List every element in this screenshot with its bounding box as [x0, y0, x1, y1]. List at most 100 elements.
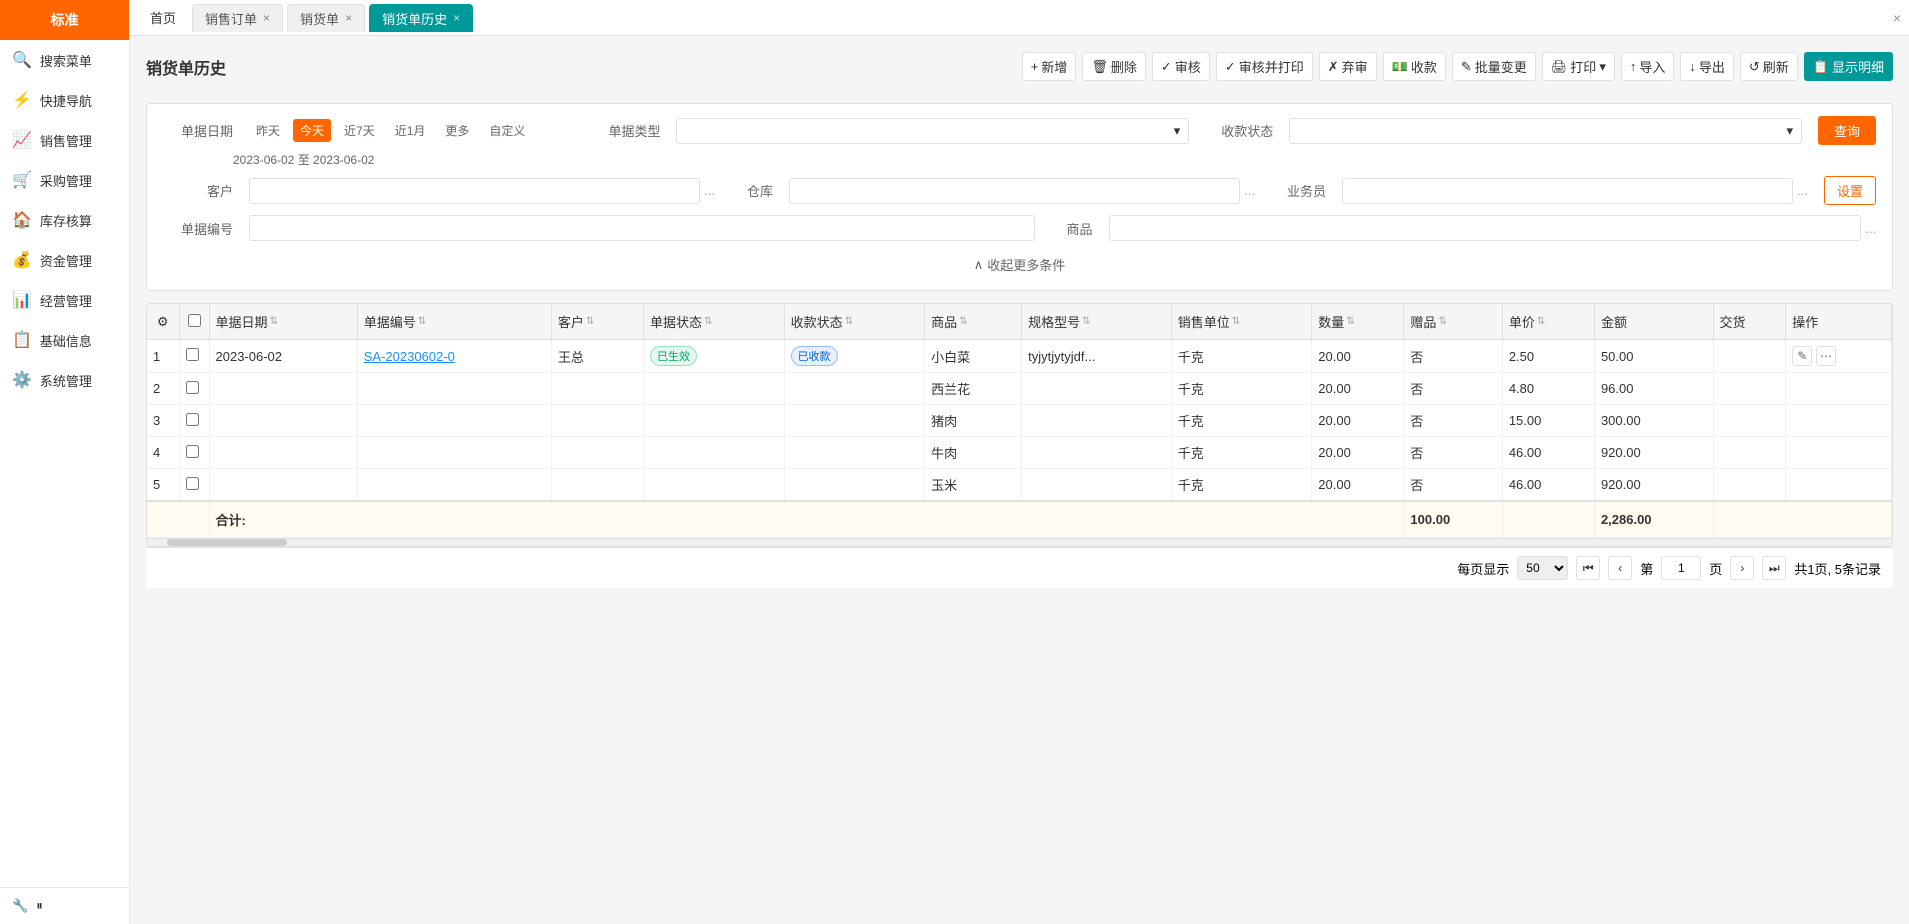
doc-no-cell[interactable]: SA-20230602-0: [357, 340, 551, 373]
tab-sales-history-close[interactable]: ×: [453, 11, 460, 25]
sidebar-item-base-info[interactable]: 📋 基础信息: [0, 320, 129, 360]
customer-dots[interactable]: ...: [704, 183, 715, 198]
date-btn-today[interactable]: 今天: [293, 119, 331, 142]
tab-sales-goods[interactable]: 销货单 ×: [287, 4, 365, 32]
date-btn-yesterday[interactable]: 昨天: [249, 119, 287, 142]
doc-status-sort-icon[interactable]: ⇅: [704, 316, 712, 327]
date-btn-more[interactable]: 更多: [438, 119, 476, 142]
row-checkbox-input[interactable]: [186, 477, 199, 490]
tab-sales-goods-label: 销货单: [300, 9, 339, 28]
th-amount-label: 金额: [1601, 315, 1627, 330]
goods-sort-icon[interactable]: ⇅: [959, 316, 967, 327]
sidebar-item-operations[interactable]: 📊 经营管理: [0, 280, 129, 320]
unit-sort-icon[interactable]: ⇅: [1232, 316, 1240, 327]
sidebar-item-finance[interactable]: 💰 资金管理: [0, 240, 129, 280]
date-btn-custom[interactable]: 自定义: [482, 119, 532, 142]
query-button[interactable]: 查询: [1818, 116, 1876, 145]
sidebar-settings-btn[interactable]: 🔧 ⏸: [0, 888, 129, 924]
sidebar-item-inventory[interactable]: 🏠 库存核算: [0, 200, 129, 240]
doc-no-cell[interactable]: [357, 373, 551, 405]
first-page-btn[interactable]: ⏮: [1576, 556, 1600, 580]
import-button[interactable]: ↑ 导入: [1621, 52, 1675, 81]
sidebar-item-system-mgmt[interactable]: ⚙️ 系统管理: [0, 360, 129, 400]
th-checkbox[interactable]: [179, 304, 209, 340]
page-number-input[interactable]: [1661, 556, 1701, 580]
sidebar-item-label: 系统管理: [40, 371, 92, 390]
customer-sort-icon[interactable]: ⇅: [586, 316, 594, 327]
last-page-btn[interactable]: ⏭: [1762, 556, 1786, 580]
tab-sales-order[interactable]: 销售订单 ×: [192, 4, 283, 32]
sidebar-item-search-menu[interactable]: 🔍 搜索菜单: [0, 40, 129, 80]
goods-input[interactable]: [1109, 215, 1862, 241]
collapse-btn[interactable]: ∧ 收起更多条件: [163, 251, 1876, 278]
set-button[interactable]: 设置: [1824, 176, 1876, 205]
qty-sort-icon[interactable]: ⇅: [1346, 316, 1354, 327]
per-page-select[interactable]: 50 100 200: [1517, 556, 1568, 580]
abandon-icon: ✗: [1328, 59, 1339, 75]
amount-cell: 920.00: [1594, 469, 1713, 502]
abandon-button[interactable]: ✗ 弃审: [1319, 52, 1377, 81]
scroll-thumb[interactable]: [167, 539, 287, 546]
th-qty: 数量 ⇅: [1312, 304, 1404, 340]
prev-page-btn[interactable]: ‹: [1608, 556, 1632, 580]
edit-action-btn[interactable]: ✎: [1792, 346, 1812, 366]
row-checkbox[interactable]: [179, 437, 209, 469]
horizontal-scrollbar[interactable]: [147, 538, 1892, 546]
audit-button[interactable]: ✓ 审核: [1152, 52, 1210, 81]
row-checkbox-input[interactable]: [186, 381, 199, 394]
doc-no-sort-icon[interactable]: ⇅: [418, 316, 426, 327]
new-button[interactable]: + 新增: [1022, 52, 1077, 81]
select-all-checkbox[interactable]: [188, 314, 201, 327]
payment-status-sort-icon[interactable]: ⇅: [845, 316, 853, 327]
row-checkbox[interactable]: [179, 340, 209, 373]
sidebar-item-sales-mgmt[interactable]: 📈 销售管理: [0, 120, 129, 160]
unit-price-sort-icon[interactable]: ⇅: [1537, 316, 1545, 327]
row-checkbox-input[interactable]: [186, 413, 199, 426]
payment-status-label: 收款状态: [1221, 121, 1273, 140]
table-header-row: ⚙ 单据日期 ⇅ 单据编号: [147, 304, 1892, 340]
salesperson-input[interactable]: [1342, 178, 1793, 204]
sidebar-item-quick-nav[interactable]: ⚡ 快捷导航: [0, 80, 129, 120]
spec-sort-icon[interactable]: ⇅: [1082, 316, 1090, 327]
doc-no-link[interactable]: SA-20230602-0: [364, 349, 455, 364]
print-button[interactable]: 🖨 打印 ▾: [1542, 52, 1615, 81]
tab-sales-order-close[interactable]: ×: [263, 11, 270, 25]
tab-sales-history[interactable]: 销货单历史 ×: [369, 4, 473, 32]
doc-no-cell[interactable]: [357, 405, 551, 437]
batch-change-button[interactable]: ✎ 批量变更: [1452, 52, 1536, 81]
doc-no-cell[interactable]: [357, 469, 551, 502]
salesperson-dots[interactable]: ...: [1797, 183, 1808, 198]
row-checkbox[interactable]: [179, 373, 209, 405]
row-checkbox-input[interactable]: [186, 445, 199, 458]
warehouse-dots[interactable]: ...: [1244, 183, 1255, 198]
refresh-button[interactable]: ↺ 刷新: [1740, 52, 1798, 81]
payment-status-select[interactable]: ▾: [1289, 118, 1802, 144]
row-checkbox[interactable]: [179, 469, 209, 502]
audit-print-button[interactable]: ✓ 审核并打印: [1216, 52, 1313, 81]
tab-sales-goods-close[interactable]: ×: [345, 11, 352, 25]
doc-type-select[interactable]: ▾: [676, 118, 1189, 144]
th-settings[interactable]: ⚙: [147, 304, 179, 340]
collect-button[interactable]: 💵 收款: [1383, 52, 1446, 81]
gift-sort-icon[interactable]: ⇅: [1438, 316, 1446, 327]
doc-no-cell[interactable]: [357, 437, 551, 469]
row-checkbox[interactable]: [179, 405, 209, 437]
doc-date-sort-icon[interactable]: ⇅: [270, 316, 278, 327]
delete-button[interactable]: 🗑 删除: [1082, 52, 1146, 81]
date-btn-1month[interactable]: 近1月: [388, 119, 433, 142]
warehouse-input[interactable]: [789, 178, 1240, 204]
column-settings-icon[interactable]: ⚙: [157, 314, 169, 329]
th-spec-label: 规格型号: [1028, 312, 1080, 331]
tab-home[interactable]: 首页: [138, 4, 188, 32]
show-detail-button[interactable]: 📋 显示明细: [1804, 52, 1893, 81]
close-all-icon[interactable]: ×: [1893, 10, 1901, 26]
export-button[interactable]: ↓ 导出: [1680, 52, 1734, 81]
sidebar-item-purchase-mgmt[interactable]: 🛒 采购管理: [0, 160, 129, 200]
goods-dots[interactable]: ...: [1865, 221, 1876, 236]
row-checkbox-input[interactable]: [186, 348, 199, 361]
customer-input[interactable]: [249, 178, 700, 204]
date-btn-7days[interactable]: 近7天: [337, 119, 382, 142]
next-page-btn[interactable]: ›: [1730, 556, 1754, 580]
more-action-btn[interactable]: ⋯: [1816, 346, 1836, 366]
doc-no-input[interactable]: [249, 215, 1035, 241]
